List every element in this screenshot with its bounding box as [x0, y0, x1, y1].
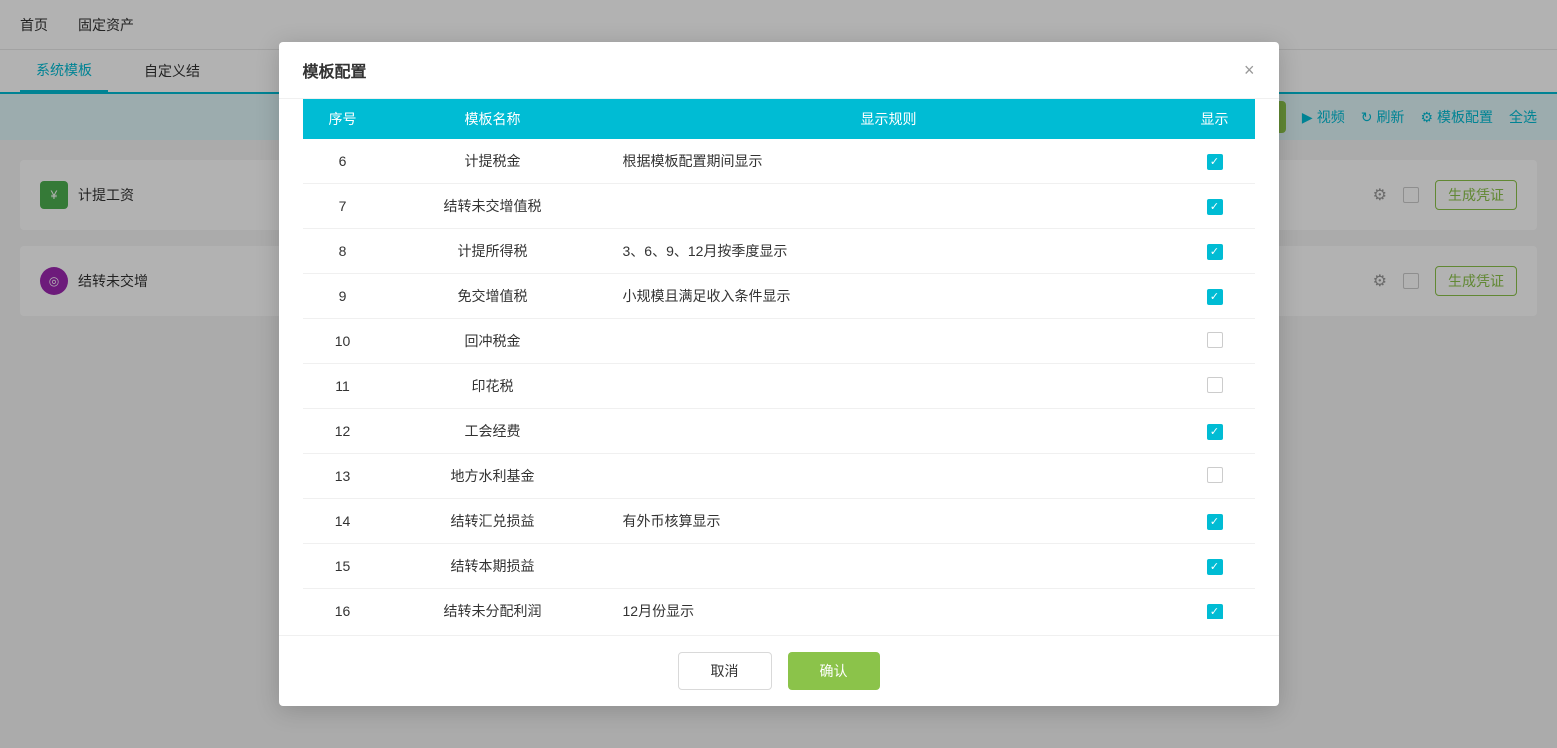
table-row: 13地方水利基金 — [303, 454, 1255, 499]
cell-checkbox[interactable]: ✓ — [1175, 139, 1255, 184]
modal-body: 序号 模板名称 显示规则 显示 6计提税金根据模板配置期间显示✓7结转未交增值税… — [279, 99, 1279, 635]
col-rule: 显示规则 — [603, 99, 1175, 139]
template-config-modal: 模板配置 × 序号 模板名称 显示规则 显示 6计提税金根据模板配置期间显 — [279, 42, 1279, 706]
checkbox-unchecked-icon[interactable] — [1207, 377, 1223, 393]
cell-rule: 有外币核算显示 — [603, 499, 1175, 544]
col-name: 模板名称 — [383, 99, 603, 139]
cell-rule — [603, 364, 1175, 409]
cell-name: 结转未交增值税 — [383, 184, 603, 229]
checkbox-checked-icon[interactable]: ✓ — [1207, 514, 1223, 530]
table-row: 6计提税金根据模板配置期间显示 ✓ — [303, 139, 1255, 184]
modal-header: 模板配置 × — [279, 42, 1279, 99]
cell-name: 地方水利基金 — [383, 454, 603, 499]
cell-name: 回冲税金 — [383, 319, 603, 364]
cell-checkbox[interactable]: ✓ — [1175, 409, 1255, 454]
col-display: 显示 — [1175, 99, 1255, 139]
cell-checkbox[interactable]: ✓ — [1175, 274, 1255, 319]
checkbox-checked-icon[interactable]: ✓ — [1207, 559, 1223, 575]
cell-rule — [603, 454, 1175, 499]
modal-title: 模板配置 — [303, 58, 367, 82]
checkbox-checked-icon[interactable]: ✓ — [1207, 199, 1223, 215]
modal-footer: 取消 确认 — [279, 635, 1279, 706]
cell-no: 14 — [303, 499, 383, 544]
table-row: 11印花税 — [303, 364, 1255, 409]
table-row: 7结转未交增值税 ✓ — [303, 184, 1255, 229]
config-table: 序号 模板名称 显示规则 显示 6计提税金根据模板配置期间显示✓7结转未交增值税… — [303, 99, 1255, 619]
cell-no: 9 — [303, 274, 383, 319]
confirm-button[interactable]: 确认 — [788, 652, 880, 690]
cell-checkbox[interactable]: ✓ — [1175, 229, 1255, 274]
table-row: 10回冲税金 — [303, 319, 1255, 364]
cell-rule — [603, 319, 1175, 364]
cell-checkbox[interactable]: ✓ — [1175, 589, 1255, 620]
table-row: 15结转本期损益 ✓ — [303, 544, 1255, 589]
cell-rule: 小规模且满足收入条件显示 — [603, 274, 1175, 319]
cell-checkbox[interactable]: ✓ — [1175, 544, 1255, 589]
cell-no: 7 — [303, 184, 383, 229]
cell-rule: 根据模板配置期间显示 — [603, 139, 1175, 184]
table-row: 12工会经费 ✓ — [303, 409, 1255, 454]
cell-name: 计提税金 — [383, 139, 603, 184]
checkbox-checked-icon[interactable]: ✓ — [1207, 154, 1223, 170]
cell-no: 11 — [303, 364, 383, 409]
checkbox-checked-icon[interactable]: ✓ — [1207, 244, 1223, 260]
cell-name: 结转未分配利润 — [383, 589, 603, 620]
checkbox-unchecked-icon[interactable] — [1207, 467, 1223, 483]
cell-checkbox[interactable] — [1175, 454, 1255, 499]
cell-no: 8 — [303, 229, 383, 274]
table-row: 8计提所得税3、6、9、12月按季度显示 ✓ — [303, 229, 1255, 274]
cell-name: 免交增值税 — [383, 274, 603, 319]
table-row: 16结转未分配利润12月份显示 ✓ — [303, 589, 1255, 620]
table-row: 9免交增值税小规模且满足收入条件显示 ✓ — [303, 274, 1255, 319]
modal-close-button[interactable]: × — [1244, 61, 1255, 79]
cell-name: 计提所得税 — [383, 229, 603, 274]
cell-checkbox[interactable] — [1175, 319, 1255, 364]
table-body: 6计提税金根据模板配置期间显示✓7结转未交增值税✓8计提所得税3、6、9、12月… — [303, 139, 1255, 619]
cancel-button[interactable]: 取消 — [678, 652, 772, 690]
table-row: 14结转汇兑损益有外币核算显示 ✓ — [303, 499, 1255, 544]
checkbox-checked-icon[interactable]: ✓ — [1207, 289, 1223, 305]
cell-rule — [603, 544, 1175, 589]
checkbox-unchecked-icon[interactable] — [1207, 332, 1223, 348]
modal-overlay: 模板配置 × 序号 模板名称 显示规则 显示 6计提税金根据模板配置期间显 — [0, 0, 1557, 748]
cell-no: 10 — [303, 319, 383, 364]
cell-checkbox[interactable]: ✓ — [1175, 499, 1255, 544]
cell-no: 6 — [303, 139, 383, 184]
table-scroll[interactable]: 序号 模板名称 显示规则 显示 6计提税金根据模板配置期间显示✓7结转未交增值税… — [303, 99, 1255, 619]
cell-no: 13 — [303, 454, 383, 499]
cell-name: 工会经费 — [383, 409, 603, 454]
cell-checkbox[interactable] — [1175, 364, 1255, 409]
cell-checkbox[interactable]: ✓ — [1175, 184, 1255, 229]
cell-rule: 12月份显示 — [603, 589, 1175, 620]
cell-no: 12 — [303, 409, 383, 454]
cell-name: 印花税 — [383, 364, 603, 409]
cell-name: 结转本期损益 — [383, 544, 603, 589]
cell-rule: 3、6、9、12月按季度显示 — [603, 229, 1175, 274]
cell-no: 16 — [303, 589, 383, 620]
cell-rule — [603, 184, 1175, 229]
table-header: 序号 模板名称 显示规则 显示 — [303, 99, 1255, 139]
col-no: 序号 — [303, 99, 383, 139]
cell-no: 15 — [303, 544, 383, 589]
cell-rule — [603, 409, 1175, 454]
cell-name: 结转汇兑损益 — [383, 499, 603, 544]
checkbox-checked-icon[interactable]: ✓ — [1207, 424, 1223, 440]
checkbox-checked-icon[interactable]: ✓ — [1207, 604, 1223, 619]
